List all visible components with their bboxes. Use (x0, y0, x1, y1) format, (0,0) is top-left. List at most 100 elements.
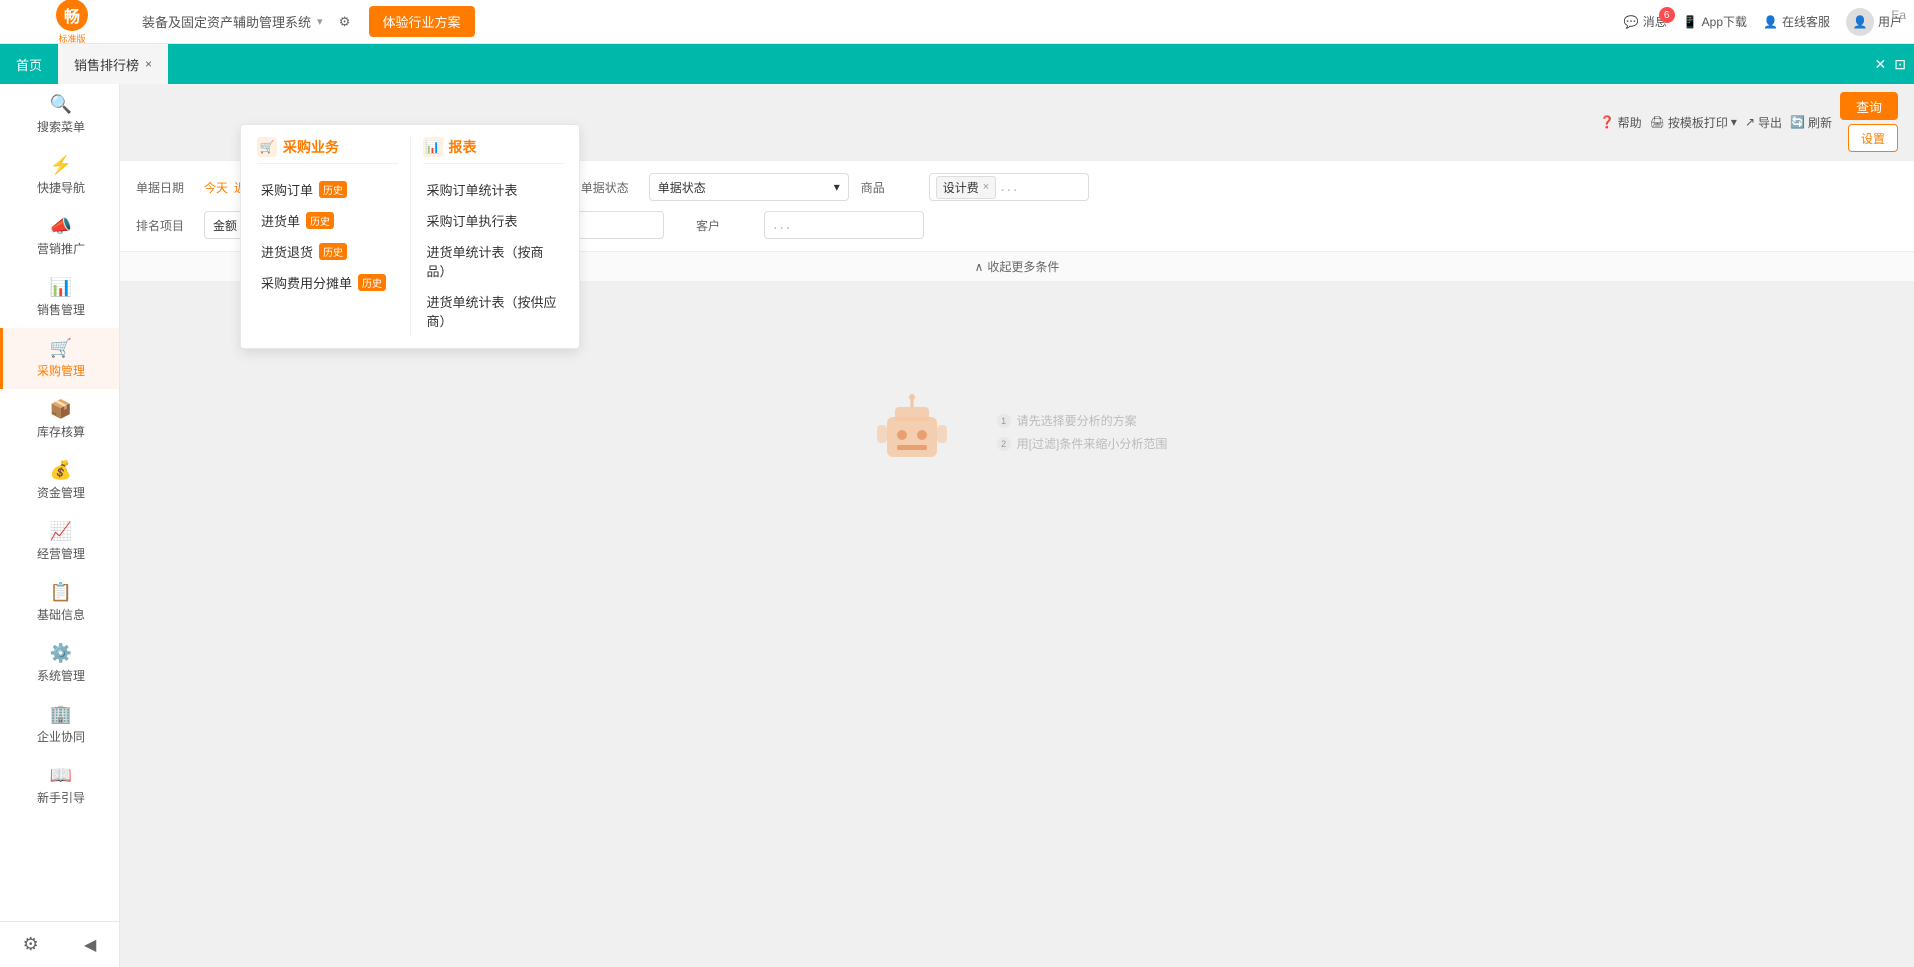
sidebar-label-finance: 资金管理 (37, 484, 85, 501)
dropdown-item-inbound-stat-supplier[interactable]: 进货单统计表（按供应商） (423, 286, 564, 336)
goods-label: 商品 (861, 179, 917, 196)
sidebar-item-marketing[interactable]: 📣 营销推广 (0, 206, 119, 267)
dropdown-item-purchase-order[interactable]: 采购订单 历史 (257, 174, 398, 205)
report-col-title: 📊 报表 (423, 137, 564, 164)
sidebar-label-enterprise: 企业协同 (37, 728, 85, 745)
empty-hint-2: 2 用[过滤]条件来缩小分析范围 (997, 435, 1168, 452)
industry-button[interactable]: 体验行业方案 (369, 6, 475, 37)
export-icon: ↗ (1745, 115, 1755, 129)
inbound-stat-supplier-label: 进货单统计表（按供应商） (427, 292, 560, 330)
hint-text-2: 用[过滤]条件来缩小分析范围 (1017, 435, 1168, 452)
sidebar-item-sales[interactable]: 📊 销售管理 (0, 267, 119, 328)
sidebar-item-inventory[interactable]: 📦 库存核算 (0, 389, 119, 450)
sidebar-label-operation: 经营管理 (37, 545, 85, 562)
tab-maximize-icon[interactable]: ⊡ (1894, 56, 1906, 73)
system-settings-icon[interactable]: ⚙ (331, 8, 359, 36)
sales-icon: 📊 (50, 277, 72, 298)
tab-close-window-icon[interactable]: ✕ (1875, 56, 1887, 73)
system-dropdown-arrow[interactable]: ▾ (317, 15, 323, 28)
refresh-action[interactable]: 🔄 刷新 (1790, 114, 1832, 131)
main-layout: 🔍 搜索菜单 ⚡ 快捷导航 📣 营销推广 📊 销售管理 🛒 采购管理 📦 库存核… (0, 84, 1914, 967)
app-download-action[interactable]: 📱 App下载 (1683, 13, 1747, 30)
sidebar-collapse-icon[interactable]: ◀ (84, 935, 96, 955)
sidebar-item-operation[interactable]: 📈 经营管理 (0, 511, 119, 572)
chat-icon: 💬 (1624, 15, 1639, 29)
tab-bar-right: ✕ ⊡ (1875, 56, 1914, 73)
report-col-icon: 📊 (423, 137, 443, 157)
sidebar-label-basicinfo: 基础信息 (37, 606, 85, 623)
phone-icon: 📱 (1683, 15, 1698, 29)
purchase-order-label: 采购订单 (261, 180, 313, 199)
dropdown-item-po-exec[interactable]: 采购订单执行表 (423, 205, 564, 236)
sidebar-item-system[interactable]: ⚙️ 系统管理 (0, 633, 119, 694)
print-action[interactable]: 🖨 按模板打印 ▾ (1650, 114, 1737, 131)
dropdown-item-return[interactable]: 进货退货 历史 (257, 236, 398, 267)
rank-item-value: 金额 (213, 217, 237, 234)
goods-tag-close[interactable]: × (983, 181, 989, 193)
purchase-col-icon: 🛒 (257, 137, 277, 157)
doc-status-select[interactable]: 单据状态 ▾ (649, 173, 849, 201)
expense-label: 采购费用分摊单 (261, 273, 352, 292)
enterprise-icon: 🏢 (50, 704, 72, 725)
logo-subtext: 标准版 (58, 32, 85, 45)
empty-hints: 1 请先选择要分析的方案 2 用[过滤]条件来缩小分析范围 (997, 412, 1168, 452)
setting-button[interactable]: 设置 (1848, 124, 1898, 152)
user-avatar: 👤 (1846, 8, 1874, 36)
top-header: 畅 标准版 装备及固定资产辅助管理系统 ▾ ⚙ 体验行业方案 💬 消息 6 📱 … (0, 0, 1914, 44)
doc-status-arrow: ▾ (834, 180, 840, 194)
notification-badge-count: 6 (1659, 7, 1675, 23)
po-exec-label: 采购订单执行表 (427, 211, 518, 230)
tab-home[interactable]: 首页 (0, 44, 58, 84)
sidebar-label-sales: 销售管理 (37, 301, 85, 318)
sidebar-settings-icon[interactable]: ⚙ (23, 934, 39, 955)
hint-dot-1: 1 (997, 414, 1011, 428)
sidebar-label-search: 搜索菜单 (37, 118, 85, 135)
online-service-action[interactable]: 👤 在线客服 (1763, 13, 1830, 30)
finance-icon: 💰 (50, 460, 72, 481)
sidebar: 🔍 搜索菜单 ⚡ 快捷导航 📣 营销推广 📊 销售管理 🛒 采购管理 📦 库存核… (0, 84, 120, 967)
po-stat-label: 采购订单统计表 (427, 180, 518, 199)
dropdown-item-expense[interactable]: 采购费用分摊单 历史 (257, 267, 398, 298)
dropdown-item-inbound[interactable]: 进货单 历史 (257, 205, 398, 236)
logo-icon: 畅 (56, 0, 88, 31)
query-button[interactable]: 查询 (1840, 92, 1898, 120)
rank-item-label: 排名项目 (136, 217, 192, 234)
sidebar-item-purchase[interactable]: 🛒 采购管理 (0, 328, 119, 389)
notification-action[interactable]: 💬 消息 6 (1624, 13, 1667, 30)
dropdown-item-po-stat[interactable]: 采购订单统计表 (423, 174, 564, 205)
inbound-history-badge: 历史 (306, 212, 334, 229)
sidebar-item-basicinfo[interactable]: 📋 基础信息 (0, 572, 119, 633)
doc-status-value: 单据状态 (658, 179, 706, 196)
basicinfo-icon: 📋 (50, 582, 72, 603)
tab-sales-rank[interactable]: 销售排行榜 × (58, 44, 168, 84)
sidebar-item-finance[interactable]: 💰 资金管理 (0, 450, 119, 511)
inventory-icon: 📦 (50, 399, 72, 420)
goods-filter[interactable]: 设计费 × ... (929, 173, 1089, 201)
tab-bar: 首页 销售排行榜 × ✕ ⊡ (0, 44, 1914, 84)
tab-close-icon[interactable]: × (145, 57, 152, 71)
inbound-stat-goods-label: 进货单统计表（按商品） (427, 242, 560, 280)
dropdown-divider (410, 137, 411, 336)
dropdown-columns: 🛒 采购业务 采购订单 历史 进货单 历史 进货退货 历史 (241, 137, 579, 336)
empty-hint-1: 1 请先选择要分析的方案 (997, 412, 1168, 429)
detection-text: Ea (1891, 8, 1906, 22)
sidebar-item-quicknav[interactable]: ⚡ 快捷导航 (0, 145, 119, 206)
print-arrow: ▾ (1731, 115, 1737, 129)
export-action[interactable]: ↗ 导出 (1745, 114, 1782, 131)
goods-more-dots[interactable]: ... (1000, 178, 1019, 196)
date-shortcut-today[interactable]: 今天 (204, 179, 228, 196)
system-title-area: 装备及固定资产辅助管理系统 ▾ ⚙ 体验行业方案 (132, 6, 1624, 37)
header-right: 💬 消息 6 📱 App下载 👤 在线客服 👤 用户 Ea (1624, 8, 1902, 36)
dropdown-item-inbound-stat-goods[interactable]: 进货单统计表（按商品） (423, 236, 564, 286)
sidebar-item-search[interactable]: 🔍 搜索菜单 (0, 84, 119, 145)
help-action[interactable]: ❓ 帮助 (1600, 114, 1642, 131)
sidebar-item-guide[interactable]: 📖 新手引导 (0, 755, 119, 816)
purchase-order-history-badge: 历史 (319, 181, 347, 198)
purchase-col-title: 🛒 采购业务 (257, 137, 398, 164)
sidebar-item-enterprise[interactable]: 🏢 企业协同 (0, 694, 119, 755)
customer-label: 客户 (696, 217, 752, 234)
print-icon: 🖨 (1650, 115, 1665, 129)
purchase-dropdown-menu: 🛒 采购业务 采购订单 历史 进货单 历史 进货退货 历史 (240, 124, 580, 349)
app-download-label: App下载 (1702, 13, 1747, 30)
customer-filter[interactable]: ... (764, 211, 924, 239)
